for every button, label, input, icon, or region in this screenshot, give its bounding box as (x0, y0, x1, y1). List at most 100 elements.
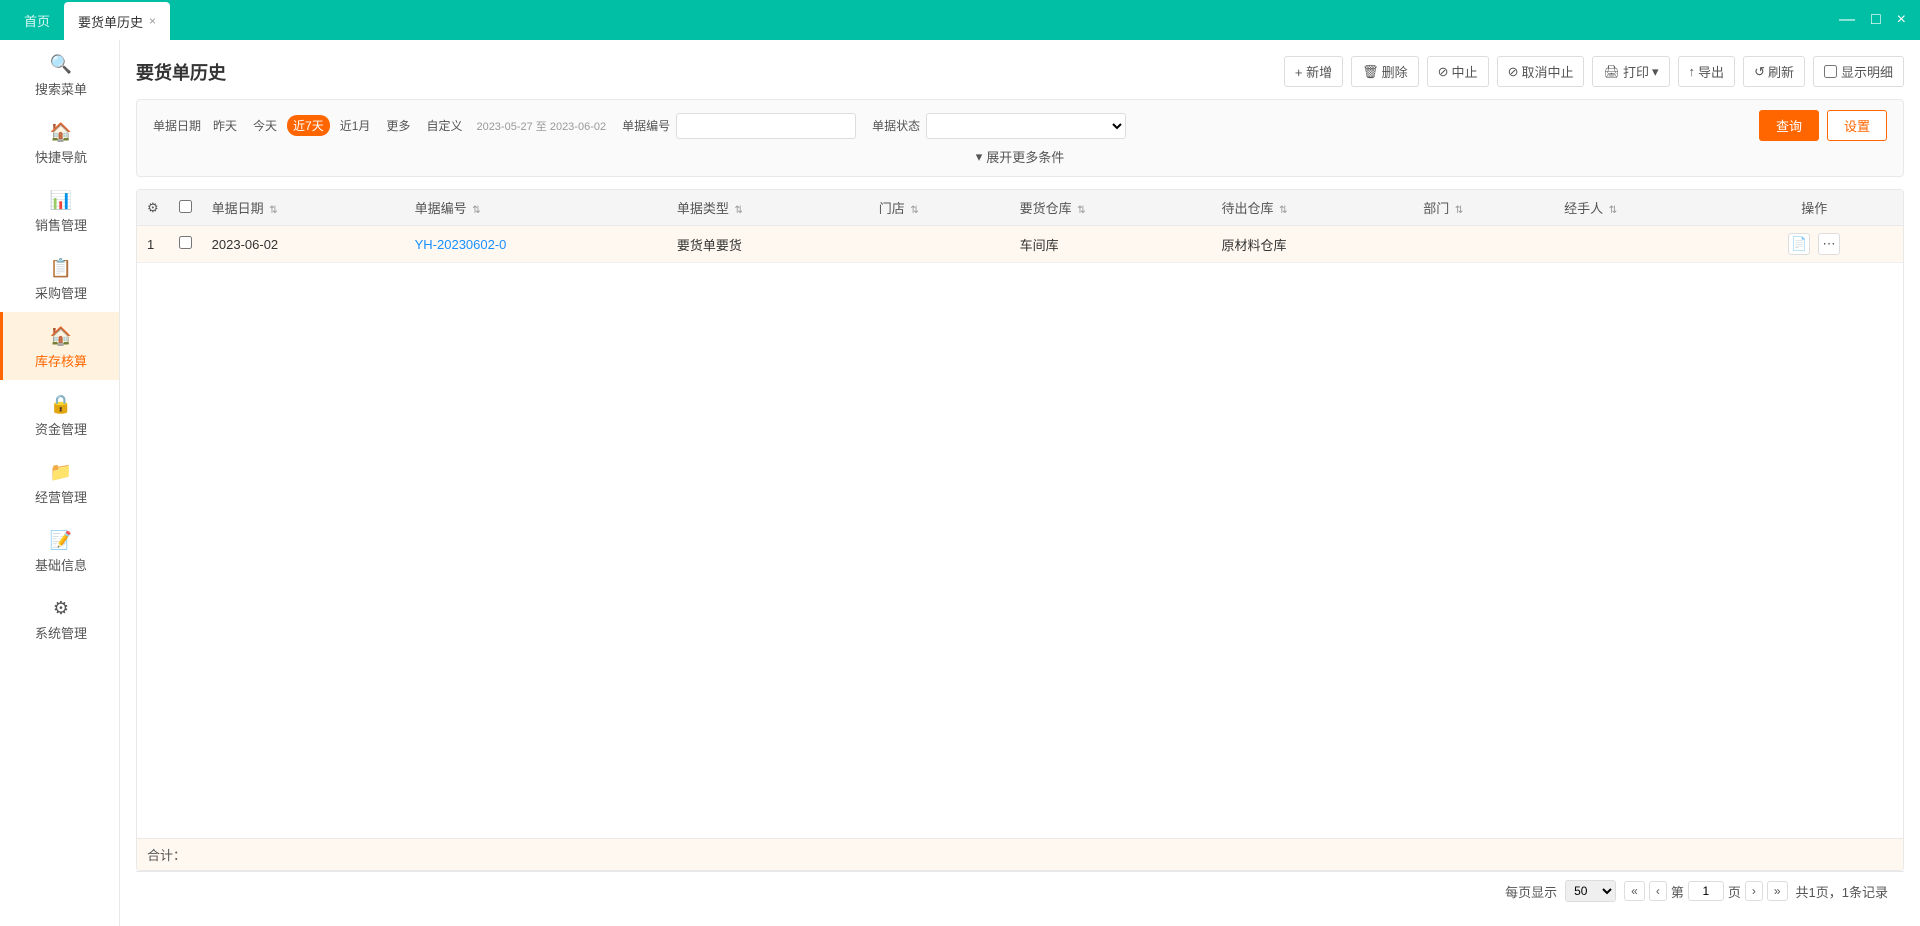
delete-icon: 🗑 (1362, 64, 1379, 80)
expand-more-icon: ▾ (976, 149, 983, 165)
page-header: 要货单历史 + 新增 🗑 删除 ⊘ 中止 ⊘ 取消中止 (136, 56, 1904, 87)
basic-icon: 📝 (50, 530, 72, 551)
sidebar-item-sales[interactable]: 📊 销售管理 (0, 176, 119, 244)
cancel-stop-icon: ⊘ (1508, 64, 1519, 80)
col-date-sort[interactable]: ⇅ (269, 205, 277, 216)
sidebar-label-system: 系统管理 (35, 623, 87, 642)
filter-status-select[interactable] (926, 113, 1126, 139)
quick-nav-icon: 🏠 (50, 122, 72, 143)
sidebar-label-operations: 经营管理 (35, 487, 87, 506)
refresh-btn[interactable]: ↺ 刷新 (1743, 56, 1805, 87)
date-opt-yesterday[interactable]: 昨天 (207, 115, 243, 136)
sidebar-item-basic[interactable]: 📝 基础信息 (0, 516, 119, 584)
filter-date-range: 2023-05-27 至 2023-06-02 (476, 118, 606, 134)
expand-more-btn[interactable]: ▾ 展开更多条件 (153, 147, 1887, 166)
cancel-stop-btn[interactable]: ⊘ 取消中止 (1497, 56, 1585, 87)
col-department-sort[interactable]: ⇅ (1455, 205, 1463, 216)
sidebar-item-search-menu[interactable]: 🔍 搜索菜单 (0, 40, 119, 108)
per-page-select[interactable]: 50 100 200 (1565, 880, 1616, 902)
col-date: 单据日期 ⇅ (202, 190, 405, 226)
sidebar-item-finance[interactable]: 🔒 资金管理 (0, 380, 119, 448)
settings-btn[interactable]: 设置 (1827, 110, 1887, 141)
row-view-btn[interactable]: 📄 (1788, 233, 1810, 255)
col-department-label: 部门 (1423, 201, 1449, 216)
filter-date-label: 单据日期 (153, 117, 201, 134)
sidebar-label-basic: 基础信息 (35, 555, 87, 574)
delete-btn-label: 删除 (1382, 62, 1408, 81)
col-pending-warehouse-sort[interactable]: ⇅ (1279, 205, 1287, 216)
col-store: 门店 ⇅ (869, 190, 1010, 226)
cancel-stop-btn-label: 取消中止 (1521, 62, 1573, 81)
date-opt-more[interactable]: 更多 (380, 115, 416, 136)
table-footer-label: 合计： (147, 845, 186, 864)
col-handler-sort[interactable]: ⇅ (1609, 205, 1617, 216)
sidebar-item-operations[interactable]: 📁 经营管理 (0, 448, 119, 516)
sidebar-item-inventory[interactable]: 🏠 库存核算 (0, 312, 119, 380)
order-no-link[interactable]: YH-20230602-0 (415, 237, 507, 252)
tab-active[interactable]: 要货单历史 × (64, 2, 170, 40)
maximize-btn[interactable]: □ (1867, 9, 1885, 31)
close-window-btn[interactable]: × (1893, 9, 1910, 31)
query-btn[interactable]: 查询 (1759, 110, 1819, 141)
sidebar-item-quick-nav[interactable]: 🏠 快捷导航 (0, 108, 119, 176)
date-opt-custom[interactable]: 自定义 (420, 115, 468, 136)
next-page-btn[interactable]: › (1745, 881, 1763, 901)
col-order-type-sort[interactable]: ⇅ (735, 205, 743, 216)
filter-order-no-item: 单据编号 (622, 113, 856, 139)
row-more-btn[interactable]: ⋯ (1818, 233, 1840, 255)
sidebar-label-purchase: 采购管理 (35, 283, 87, 302)
table-empty-space (137, 263, 1903, 838)
refresh-icon: ↺ (1754, 64, 1765, 80)
new-btn[interactable]: + 新增 (1284, 56, 1343, 87)
content-area: 要货单历史 + 新增 🗑 删除 ⊘ 中止 ⊘ 取消中止 (120, 40, 1920, 926)
window-controls: — □ × (1835, 9, 1910, 31)
display-detail-checkbox[interactable] (1824, 65, 1837, 78)
date-opt-today[interactable]: 今天 (247, 115, 283, 136)
date-opt-1month[interactable]: 近1月 (334, 115, 377, 136)
top-bar: 首页 要货单历史 × — □ × (0, 0, 1920, 40)
sales-icon: 📊 (50, 190, 72, 211)
export-btn[interactable]: ↑ 导出 (1678, 56, 1736, 87)
col-order-type-label: 单据类型 (677, 201, 729, 216)
display-detail-toggle[interactable]: 显示明细 (1813, 56, 1904, 87)
last-page-btn[interactable]: » (1767, 881, 1788, 901)
tab-home[interactable]: 首页 (10, 0, 64, 40)
refresh-btn-label: 刷新 (1768, 62, 1794, 81)
col-handler-label: 经手人 (1564, 201, 1603, 216)
sidebar-item-purchase[interactable]: 📋 采购管理 (0, 244, 119, 312)
first-page-btn[interactable]: « (1624, 881, 1645, 901)
col-req-warehouse-sort[interactable]: ⇅ (1077, 205, 1085, 216)
sidebar: 🔍 搜索菜单 🏠 快捷导航 📊 销售管理 📋 采购管理 🏠 库存核算 🔒 资金管… (0, 40, 120, 926)
delete-btn[interactable]: 🗑 删除 (1351, 56, 1419, 87)
col-order-no-sort[interactable]: ⇅ (472, 205, 480, 216)
filter-order-no-input[interactable] (676, 113, 856, 139)
col-handler: 经手人 ⇅ (1554, 190, 1725, 226)
system-icon: ⚙ (53, 598, 69, 619)
table-settings-col[interactable]: ⚙ (137, 190, 169, 226)
col-operation: 操作 (1725, 190, 1903, 226)
sidebar-label-finance: 资金管理 (35, 419, 87, 438)
sidebar-item-system[interactable]: ⚙ 系统管理 (0, 584, 119, 652)
col-store-label: 门店 (879, 201, 905, 216)
row-checkbox[interactable] (179, 236, 192, 249)
total-info: 共1页，1条记录 (1796, 882, 1888, 901)
print-btn-label: 打印 (1623, 62, 1649, 81)
page-number-input[interactable] (1688, 881, 1724, 901)
col-operation-label: 操作 (1801, 201, 1827, 216)
page-nav: « ‹ 第 页 › » (1624, 881, 1787, 901)
prev-page-btn[interactable]: ‹ (1649, 881, 1667, 901)
minimize-btn[interactable]: — (1835, 9, 1859, 31)
date-opt-7days[interactable]: 近7天 (287, 115, 330, 136)
query-btn-label: 查询 (1776, 116, 1802, 135)
stop-btn[interactable]: ⊘ 中止 (1427, 56, 1489, 87)
cell-pending-warehouse: 原材料仓库 (1211, 226, 1413, 263)
page-title: 要货单历史 (136, 59, 226, 85)
print-icon: 🖨 (1603, 64, 1620, 80)
expand-more-label: 展开更多条件 (986, 147, 1064, 166)
select-all-checkbox[interactable] (179, 200, 192, 213)
col-order-no: 单据编号 ⇅ (405, 190, 667, 226)
page-label: 第 (1671, 882, 1684, 901)
tab-close-icon[interactable]: × (149, 14, 156, 28)
print-btn[interactable]: 🖨 打印 ▾ (1592, 56, 1669, 87)
col-store-sort[interactable]: ⇅ (910, 205, 918, 216)
